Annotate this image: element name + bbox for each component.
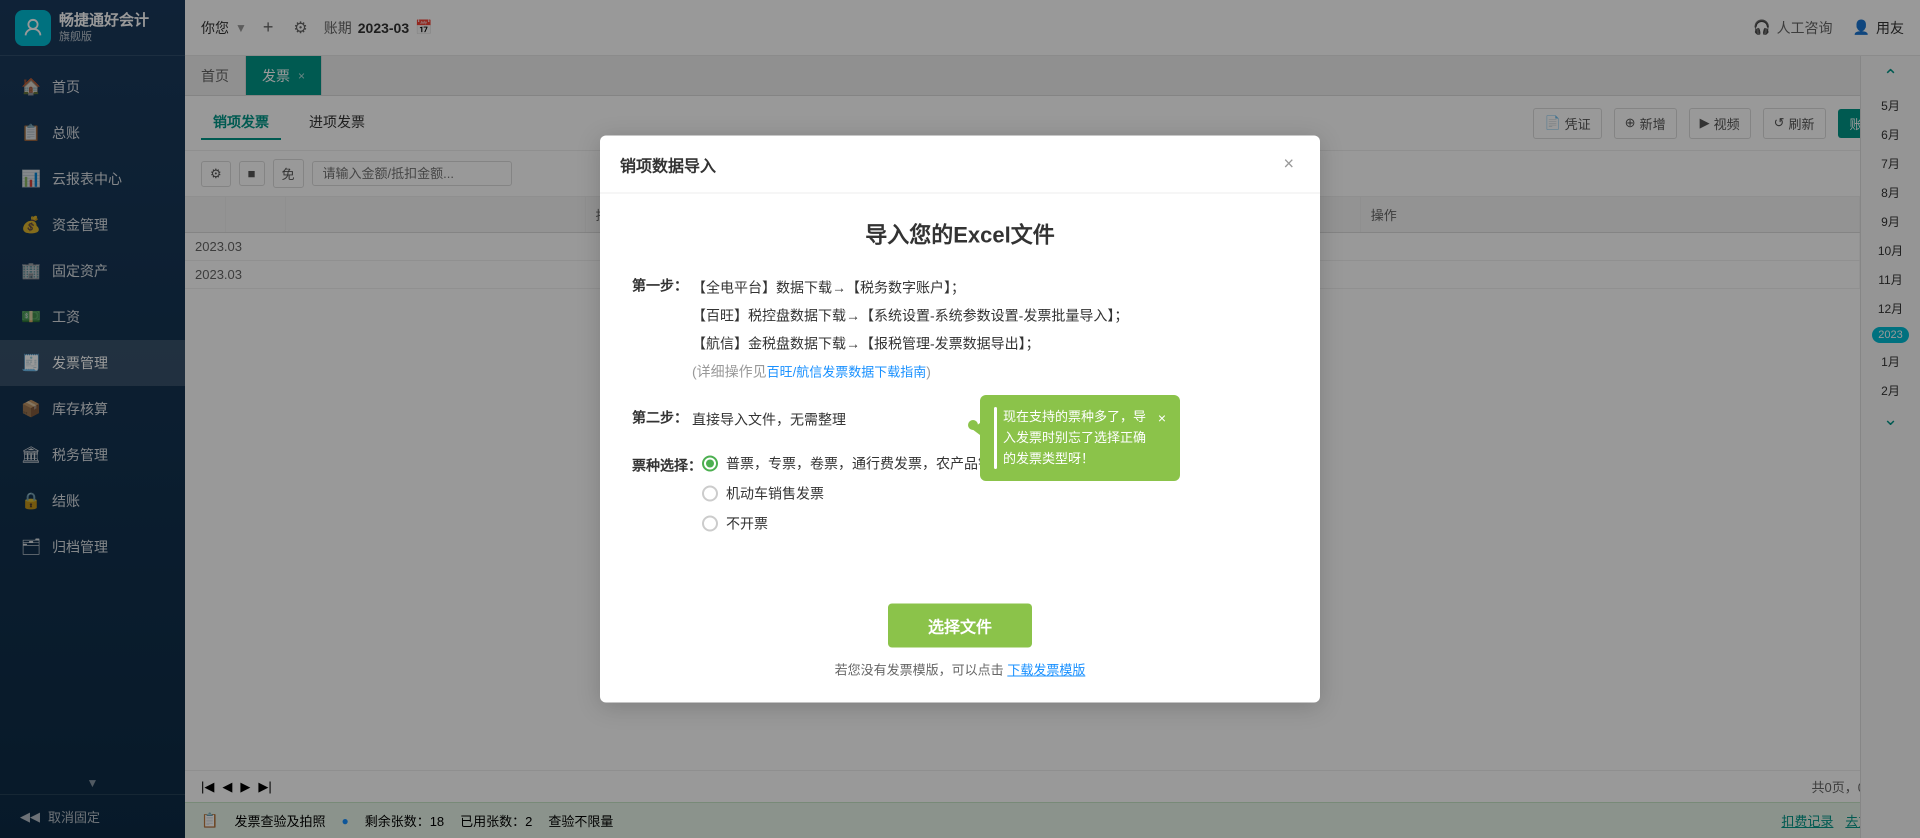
radio-none-label: 不开票 (726, 514, 768, 534)
step2-row: 第二步： 直接导入文件，无需整理 (632, 406, 1288, 434)
tooltip-text: 现在支持的票种多了，导入发票时别忘了选择正确的发票类型呀！ (1003, 407, 1148, 469)
step1-row: 第一步： 【全电平台】数据下载→【税务数字账户】； 【百旺】税控盘数据下载→【系… (632, 274, 1288, 386)
step1-content: 【全电平台】数据下载→【税务数字账户】； 【百旺】税控盘数据下载→【系统设置-系… (692, 274, 1128, 386)
radio-normal-circle (702, 456, 718, 472)
ticket-label: 票种选择： (632, 456, 702, 476)
step1-line-1: 【全电平台】数据下载→【税务数字账户】； (692, 274, 1128, 302)
import-modal: 销项数据导入 × 导入您的Excel文件 第一步： 【全电平台】数据下载→【税务… (600, 136, 1320, 703)
download-text: 若您没有发票模版，可以点击 (835, 663, 1004, 678)
radio-none[interactable]: 不开票 (702, 514, 1034, 534)
tooltip-bubble: 现在支持的票种多了，导入发票时别忘了选择正确的发票类型呀！ × (980, 395, 1180, 481)
modal-close-button[interactable]: × (1277, 152, 1300, 177)
ticket-section: 票种选择： 普票，专票，卷票，通行费发票，农产品销售发票 机动车销售发票 不开票 (632, 454, 1288, 544)
tooltip-close-button[interactable]: × (1158, 407, 1166, 429)
step1-guide-link: (详细操作见百旺/航信发票数据下载指南) (692, 358, 1128, 386)
tooltip-dot (968, 420, 978, 430)
step2-content: 直接导入文件，无需整理 (692, 406, 846, 434)
ticket-row: 票种选择： 普票，专票，卷票，通行费发票，农产品销售发票 机动车销售发票 不开票 (632, 454, 1288, 544)
modal-body: 导入您的Excel文件 第一步： 【全电平台】数据下载→【税务数字账户】； 【百… (600, 194, 1320, 588)
tooltip-bar (994, 407, 997, 469)
download-template-link[interactable]: 下载发票模版 (1007, 663, 1085, 678)
radio-motor-circle (702, 486, 718, 502)
modal-footer: 选择文件 若您没有发票模版，可以点击 下载发票模版 (600, 588, 1320, 703)
select-file-button[interactable]: 选择文件 (888, 604, 1032, 648)
step1-section: 第一步： 【全电平台】数据下载→【税务数字账户】； 【百旺】税控盘数据下载→【系… (632, 274, 1288, 386)
modal-header: 销项数据导入 × (600, 136, 1320, 194)
step2-section: 第二步： 直接导入文件，无需整理 (632, 406, 1288, 434)
step1-line-2: 【百旺】税控盘数据下载→【系统设置-系统参数设置-发票批量导入】； (692, 302, 1128, 330)
step2-label: 第二步： (632, 408, 692, 428)
radio-motor[interactable]: 机动车销售发票 (702, 484, 1034, 504)
radio-none-circle (702, 516, 718, 532)
step1-line-3: 【航信】金税盘数据下载→【报税管理-发票数据导出】； (692, 330, 1128, 358)
download-template-section: 若您没有发票模版，可以点击 下载发票模版 (835, 660, 1086, 679)
modal-title: 销项数据导入 (620, 152, 716, 176)
guide-link[interactable]: 百旺/航信发票数据下载指南 (767, 365, 927, 380)
modal-main-title: 导入您的Excel文件 (632, 218, 1288, 250)
step1-label: 第一步： (632, 276, 692, 296)
radio-motor-label: 机动车销售发票 (726, 484, 824, 504)
